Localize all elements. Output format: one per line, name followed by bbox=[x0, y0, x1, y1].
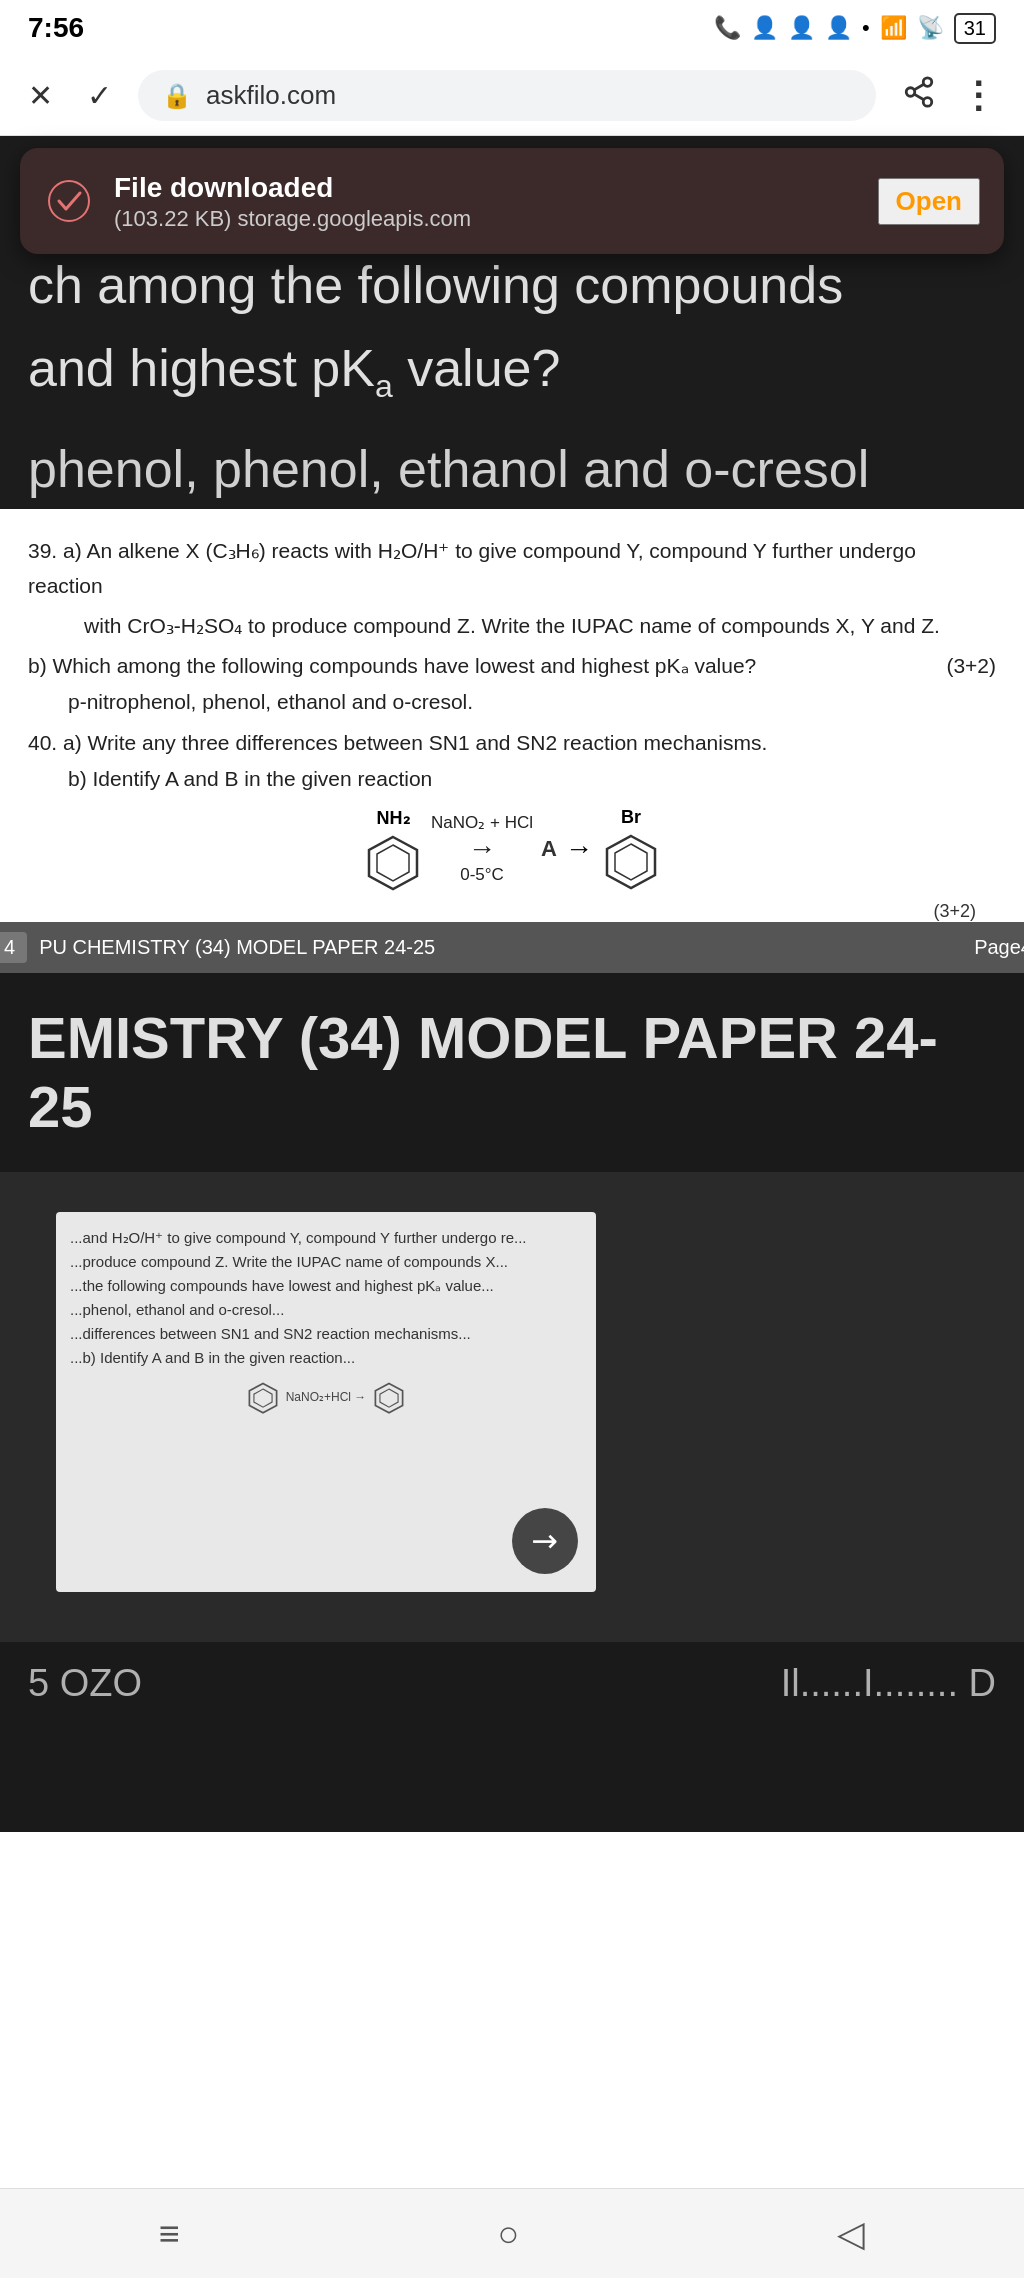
lock-icon: 🔒 bbox=[162, 82, 192, 110]
pdf-title: PU CHEMISTRY (34) MODEL PAPER 24-25 bbox=[39, 936, 435, 959]
thumb-ring1 bbox=[246, 1380, 280, 1414]
content-line-3-end: value? bbox=[393, 339, 561, 397]
pdf-page-num: 4 bbox=[0, 932, 27, 963]
check-icon[interactable]: ✓ bbox=[79, 70, 120, 121]
bottom-right-text: Il......I........ D bbox=[781, 1662, 996, 1722]
url-bar[interactable]: 🔒 askfilo.com bbox=[138, 70, 876, 121]
benzene-ring-2 bbox=[601, 830, 661, 890]
pdf-q39b-list: p-nitrophenol, phenol, ethanol and o-cre… bbox=[28, 684, 996, 720]
arrow2-icon: → bbox=[565, 833, 593, 865]
nh2-label: NH₂ bbox=[377, 807, 410, 829]
pdf-q40b: b) Identify A and B in the given reactio… bbox=[28, 761, 996, 797]
benzene-ring-1 bbox=[363, 831, 423, 891]
signal-icon: 📶 bbox=[880, 15, 907, 41]
big-title-text: EMISTRY (34) MODEL PAPER 24-25 bbox=[28, 1003, 996, 1142]
svg-point-1 bbox=[906, 88, 915, 97]
expand-button[interactable]: ↗ bbox=[512, 1508, 578, 1574]
pdf-viewer-area: 39. a) An alkene X (C₃H₆) reacts with H₂… bbox=[0, 509, 1024, 922]
svg-line-3 bbox=[914, 94, 924, 100]
toolbar-actions: ⋮ bbox=[894, 67, 1004, 125]
q39b-text: b) Which among the following compounds h… bbox=[28, 648, 756, 684]
thumbnail-section: ...and H₂O/H⁺ to give compound Y, compou… bbox=[0, 1172, 1024, 1642]
download-title: File downloaded bbox=[114, 170, 471, 206]
bottom-cutoff: 5 OZO Il......I........ D bbox=[0, 1642, 1024, 1742]
thumb-ring2 bbox=[372, 1380, 406, 1414]
download-check-icon bbox=[44, 176, 94, 226]
thumbnail-content: ...and H₂O/H⁺ to give compound Y, compou… bbox=[56, 1212, 596, 1428]
reagent-label: NaNO₂ + HCl bbox=[431, 812, 533, 833]
status-bar: 7:56 📞 👤 👤 👤 • 📶 📡 31 bbox=[0, 0, 1024, 56]
status-icons: 📞 👤 👤 👤 • 📶 📡 31 bbox=[714, 13, 996, 44]
reaction-diagram: NH₂ NaNO₂ + HCl → 0-5°C A → Br bbox=[28, 797, 996, 901]
url-text: askfilo.com bbox=[206, 80, 336, 111]
pdf-q40a: 40. a) Write any three differences betwe… bbox=[28, 725, 996, 761]
temp-label: 0-5°C bbox=[460, 865, 504, 885]
content-line-3-text: and highest pK bbox=[28, 339, 375, 397]
thumb-line3: ...the following compounds have lowest a… bbox=[70, 1274, 582, 1298]
content-line-3: and highest pKa value? bbox=[28, 332, 996, 409]
browser-toolbar: ✕ ✓ 🔒 askfilo.com ⋮ bbox=[0, 56, 1024, 136]
benzene-br: Br bbox=[601, 807, 661, 890]
svg-point-0 bbox=[923, 78, 932, 87]
download-notification: File downloaded (103.22 KB) storage.goog… bbox=[20, 148, 1004, 254]
person2-icon: 👤 bbox=[788, 15, 815, 41]
home-icon[interactable]: ≡ bbox=[119, 2199, 220, 2269]
battery: 31 bbox=[954, 13, 996, 44]
wifi-icon: 📡 bbox=[917, 15, 944, 41]
pdf-page-indicator: Page4 bbox=[974, 936, 1024, 959]
pdf-q39b: b) Which among the following compounds h… bbox=[28, 648, 996, 684]
benzene-nh2: NH₂ bbox=[363, 807, 423, 891]
nav-bar: ≡ ○ ◁ bbox=[0, 2188, 1024, 2278]
thumb-line4: ...phenol, ethanol and o-cresol... bbox=[70, 1298, 582, 1322]
thumb-line1: ...and H₂O/H⁺ to give compound Y, compou… bbox=[70, 1226, 582, 1250]
download-subtitle: (103.22 KB) storage.googleapis.com bbox=[114, 206, 471, 232]
download-info: File downloaded (103.22 KB) storage.goog… bbox=[44, 170, 471, 232]
svg-marker-9 bbox=[615, 844, 647, 880]
dot-icon: • bbox=[862, 15, 870, 41]
reaction-conditions: NaNO₂ + HCl → 0-5°C bbox=[431, 812, 533, 885]
pdf-q39a2: with CrO₃-H₂SO₄ to produce compound Z. W… bbox=[28, 608, 996, 644]
thumb-reaction: NaNO₂+HCl → bbox=[70, 1380, 582, 1414]
reaction-score: (3+2) bbox=[28, 901, 996, 922]
expand-icon: ↗ bbox=[522, 1518, 568, 1564]
svg-point-5 bbox=[49, 181, 89, 221]
svg-point-2 bbox=[923, 98, 932, 107]
thumb-arrow: NaNO₂+HCl → bbox=[286, 1388, 367, 1406]
back-icon[interactable]: ◁ bbox=[797, 2199, 905, 2269]
menu-icon[interactable]: ⋮ bbox=[952, 67, 1004, 125]
pdf-toolbar-left: 4 PU CHEMISTRY (34) MODEL PAPER 24-25 bbox=[0, 932, 435, 963]
phenol-text: phenol, phenol, ethanol and o-cresol bbox=[28, 439, 1024, 499]
thumb-line5: ...differences between SN1 and SN2 react… bbox=[70, 1322, 582, 1346]
big-title-section: EMISTRY (34) MODEL PAPER 24-25 bbox=[0, 973, 1024, 1172]
pdf-q39a: 39. a) An alkene X (C₃H₆) reacts with H₂… bbox=[28, 533, 996, 604]
br-label: Br bbox=[621, 807, 641, 828]
pka-subscript: a bbox=[375, 368, 393, 404]
svg-line-4 bbox=[914, 84, 924, 90]
content-line-2: ch among the following compounds bbox=[28, 249, 996, 322]
q39b-mark: (3+2) bbox=[946, 648, 996, 684]
thumbnail-container: ...and H₂O/H⁺ to give compound Y, compou… bbox=[56, 1212, 596, 1592]
share-icon[interactable] bbox=[894, 67, 944, 124]
person3-icon: 👤 bbox=[825, 15, 852, 41]
bottom-left-text: 5 OZO bbox=[28, 1662, 142, 1722]
pdf-toolbar: 4 PU CHEMISTRY (34) MODEL PAPER 24-25 Pa… bbox=[0, 922, 1024, 973]
nav-spacer bbox=[0, 1742, 1024, 1832]
svg-marker-11 bbox=[254, 1389, 272, 1407]
download-text: File downloaded (103.22 KB) storage.goog… bbox=[114, 170, 471, 232]
svg-marker-13 bbox=[380, 1389, 398, 1407]
circle-icon[interactable]: ○ bbox=[458, 2199, 560, 2269]
product-a-label: A bbox=[541, 836, 557, 862]
thumb-line6: ...b) Identify A and B in the given reac… bbox=[70, 1346, 582, 1370]
phone-icon: 📞 bbox=[714, 15, 741, 41]
thumb-line2: ...produce compound Z. Write the IUPAC n… bbox=[70, 1250, 582, 1274]
open-button[interactable]: Open bbox=[878, 178, 980, 225]
status-time: 7:56 bbox=[28, 12, 84, 44]
close-tab-icon[interactable]: ✕ bbox=[20, 70, 61, 121]
arrow-icon: → bbox=[468, 833, 496, 865]
person-icon: 👤 bbox=[751, 15, 778, 41]
svg-marker-7 bbox=[377, 845, 409, 881]
phenol-line: phenol, phenol, ethanol and o-cresol bbox=[0, 429, 1024, 509]
